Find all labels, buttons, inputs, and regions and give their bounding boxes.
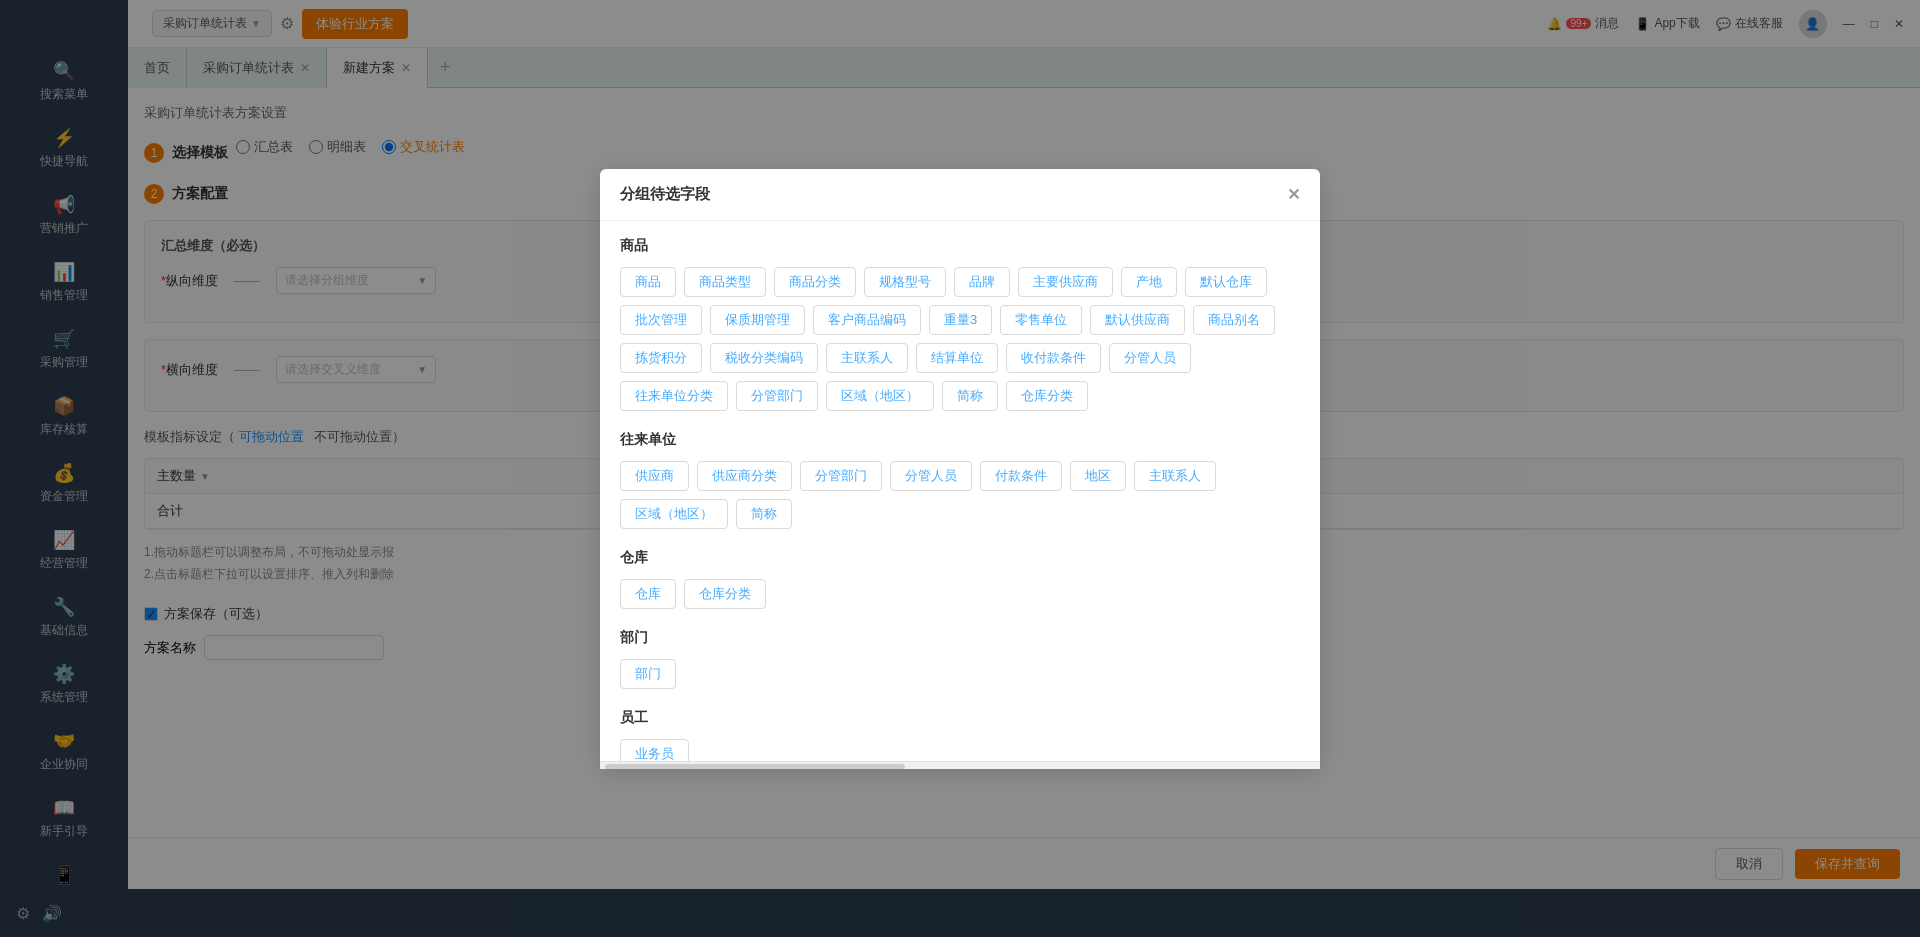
field-tag-default-supplier[interactable]: 默认供应商 [1090, 305, 1185, 335]
product-group: 商品 商品 商品类型 商品分类 规格型号 品牌 主要供应商 产地 默认仓库 批次… [620, 237, 1300, 411]
modal-body[interactable]: 商品 商品 商品类型 商品分类 规格型号 品牌 主要供应商 产地 默认仓库 批次… [600, 221, 1320, 761]
employee-tags: 业务员 [620, 739, 1300, 761]
employee-group-title: 员工 [620, 709, 1300, 727]
field-tag-region[interactable]: 区域（地区） [826, 381, 934, 411]
partner-tags: 供应商 供应商分类 分管部门 分管人员 付款条件 地区 主联系人 区域（地区） … [620, 461, 1300, 529]
modal-title: 分组待选字段 [620, 185, 710, 204]
field-tag-expiry-mgmt[interactable]: 保质期管理 [710, 305, 805, 335]
product-tags: 商品 商品类型 商品分类 规格型号 品牌 主要供应商 产地 默认仓库 批次管理 … [620, 267, 1300, 411]
field-tag-batch-mgmt[interactable]: 批次管理 [620, 305, 702, 335]
field-tag-partner-contact[interactable]: 主联系人 [1134, 461, 1216, 491]
field-tag-partner-region[interactable]: 区域（地区） [620, 499, 728, 529]
modal-horizontal-scrollbar[interactable] [600, 761, 1320, 769]
field-tag-main-supplier[interactable]: 主要供应商 [1018, 267, 1113, 297]
warehouse-group: 仓库 仓库 仓库分类 [620, 549, 1300, 609]
field-tag-product-category[interactable]: 商品分类 [774, 267, 856, 297]
modal-overlay: 分组待选字段 ✕ 商品 商品 商品类型 商品分类 规格型号 品牌 主要供应商 产… [0, 0, 1920, 937]
field-tag-warehouse-cat[interactable]: 仓库分类 [684, 579, 766, 609]
employee-group: 员工 业务员 [620, 709, 1300, 761]
field-tag-alias[interactable]: 商品别名 [1193, 305, 1275, 335]
field-tag-retail-unit[interactable]: 零售单位 [1000, 305, 1082, 335]
field-tag-salesperson[interactable]: 业务员 [620, 739, 689, 761]
field-tag-supervisor[interactable]: 分管人员 [1109, 343, 1191, 373]
field-tag-partner-short[interactable]: 简称 [736, 499, 792, 529]
field-tag-spec[interactable]: 规格型号 [864, 267, 946, 297]
scrollbar-thumb[interactable] [605, 764, 905, 769]
field-tag-short-name[interactable]: 简称 [942, 381, 998, 411]
field-tag-warehouse[interactable]: 仓库 [620, 579, 676, 609]
partner-group-title: 往来单位 [620, 431, 1300, 449]
field-tag-supplier[interactable]: 供应商 [620, 461, 689, 491]
field-tag-dept[interactable]: 分管部门 [736, 381, 818, 411]
partner-group: 往来单位 供应商 供应商分类 分管部门 分管人员 付款条件 地区 主联系人 区域… [620, 431, 1300, 529]
field-tag-area[interactable]: 地区 [1070, 461, 1126, 491]
warehouse-tags: 仓库 仓库分类 [620, 579, 1300, 609]
field-tag-product[interactable]: 商品 [620, 267, 676, 297]
field-tag-product-type[interactable]: 商品类型 [684, 267, 766, 297]
field-tag-department[interactable]: 部门 [620, 659, 676, 689]
dept-group: 部门 部门 [620, 629, 1300, 689]
field-tag-settle-unit[interactable]: 结算单位 [916, 343, 998, 373]
field-tag-main-contact[interactable]: 主联系人 [826, 343, 908, 373]
dept-tags: 部门 [620, 659, 1300, 689]
field-tag-payment-terms[interactable]: 收付款条件 [1006, 343, 1101, 373]
field-tag-warehouse-category[interactable]: 仓库分类 [1006, 381, 1088, 411]
product-group-title: 商品 [620, 237, 1300, 255]
field-tag-supplier-category[interactable]: 供应商分类 [697, 461, 792, 491]
field-tag-brand[interactable]: 品牌 [954, 267, 1010, 297]
field-tag-customer-code[interactable]: 客户商品编码 [813, 305, 921, 335]
field-tag-partner-category[interactable]: 往来单位分类 [620, 381, 728, 411]
field-tag-origin[interactable]: 产地 [1121, 267, 1177, 297]
field-tag-default-warehouse[interactable]: 默认仓库 [1185, 267, 1267, 297]
field-tag-partner-supervisor[interactable]: 分管人员 [890, 461, 972, 491]
field-tag-tax-code[interactable]: 税收分类编码 [710, 343, 818, 373]
field-tag-payment-condition[interactable]: 付款条件 [980, 461, 1062, 491]
field-tag-weight[interactable]: 重量3 [929, 305, 992, 335]
modal-dialog: 分组待选字段 ✕ 商品 商品 商品类型 商品分类 规格型号 品牌 主要供应商 产… [600, 169, 1320, 769]
modal-header: 分组待选字段 ✕ [600, 169, 1320, 221]
dept-group-title: 部门 [620, 629, 1300, 647]
warehouse-group-title: 仓库 [620, 549, 1300, 567]
modal-close-button[interactable]: ✕ [1287, 185, 1300, 204]
field-tag-pick-points[interactable]: 拣货积分 [620, 343, 702, 373]
field-tag-partner-dept[interactable]: 分管部门 [800, 461, 882, 491]
